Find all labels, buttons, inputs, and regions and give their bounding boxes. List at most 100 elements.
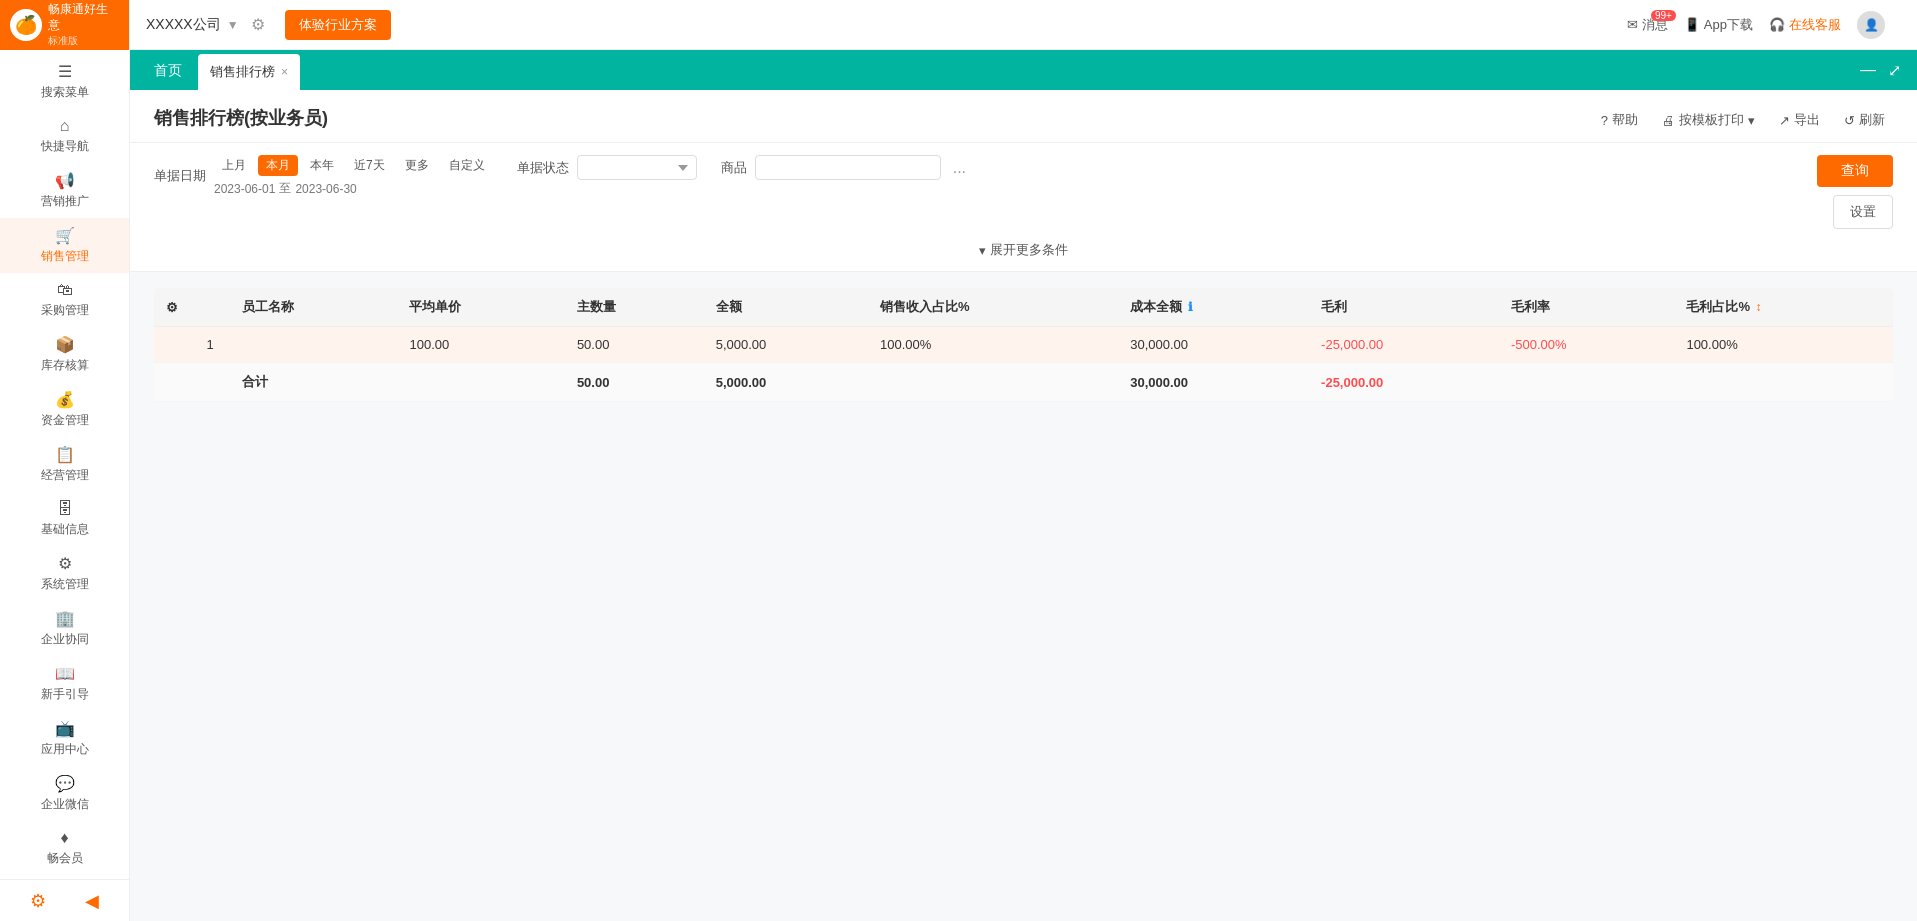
message-badge: 99+	[1651, 10, 1676, 21]
sidebar-item-label: 新手引导	[41, 686, 89, 703]
td-gross-ratio: 100.00%	[1674, 327, 1893, 363]
chevron-down-icon: ▾	[1748, 113, 1755, 128]
sidebar-item-label: 应用中心	[41, 741, 89, 758]
chevron-down-icon: ▼	[227, 18, 239, 32]
td-gross-rate: -500.00%	[1499, 327, 1674, 363]
this-month-btn[interactable]: 本月	[258, 155, 298, 176]
th-total-amount: 全额	[704, 288, 868, 327]
td-sales-ratio: 100.00%	[868, 327, 1118, 363]
custom-btn[interactable]: 自定义	[441, 155, 493, 176]
tab-label: 销售排行榜	[210, 54, 275, 90]
goods-input[interactable]	[755, 155, 941, 180]
marketing-icon: 📢	[55, 171, 75, 190]
sales-icon: 🛒	[55, 226, 75, 245]
app-center-icon: 📺	[55, 719, 75, 738]
sidebar-item-guide[interactable]: 📖 新手引导	[0, 656, 129, 711]
table-head: ⚙ 员工名称 平均单价 主数量 全额 销售收入占比% 成本全额 ℹ 毛利 毛利率	[154, 288, 1893, 327]
quick-date-row: 上月 本月 本年 近7天 更多 自定义	[214, 155, 493, 176]
topbar-service-btn[interactable]: 🎧 在线客服	[1769, 16, 1841, 34]
sidebar-item-label: 资金管理	[41, 412, 89, 429]
goods-more-btn[interactable]: ...	[949, 159, 970, 177]
maximize-icon[interactable]: ⤢	[1888, 61, 1901, 80]
status-filter-group: 单据状态	[517, 155, 697, 180]
tab-close-icon[interactable]: ×	[281, 54, 288, 90]
export-button[interactable]: ↗ 导出	[1771, 107, 1828, 133]
app-label: App下载	[1704, 16, 1753, 34]
collapse-sidebar-icon[interactable]: ◀	[85, 890, 99, 912]
finance-icon: 💰	[55, 390, 75, 409]
topbar-app-btn[interactable]: 📱 App下载	[1684, 16, 1753, 34]
purchase-icon: 🛍	[57, 281, 73, 299]
content-area: 销售排行榜(按业务员) ? 帮助 🖨 按模板打印 ▾ ↗ 导出	[130, 90, 1917, 921]
last7-btn[interactable]: 近7天	[346, 155, 393, 176]
topbar-gear-icon[interactable]: ⚙	[251, 15, 265, 34]
table-body: 1 100.00 50.00 5,000.00 100.00% 30,000.0…	[154, 327, 1893, 363]
logo-sub: 标准版	[48, 34, 119, 48]
search-order-icon: ☰	[58, 62, 72, 81]
logo-text-wrap: 畅康通好生意 标准版	[48, 2, 119, 47]
sidebar-item-app-center[interactable]: 📺 应用中心	[0, 711, 129, 766]
sidebar-item-purchase[interactable]: 🛍 采购管理	[0, 273, 129, 327]
th-rank	[190, 288, 230, 327]
sidebar-item-system[interactable]: ⚙ 系统管理	[0, 546, 129, 601]
th-settings[interactable]: ⚙	[154, 288, 190, 327]
sidebar-item-inventory[interactable]: 📦 库存核算	[0, 327, 129, 382]
sidebar-item-marketing[interactable]: 📢 营销推广	[0, 163, 129, 218]
system-icon: ⚙	[58, 554, 72, 573]
status-select-wrap	[577, 155, 697, 180]
sidebar-item-sales[interactable]: 🛒 销售管理	[0, 218, 129, 273]
goods-label: 商品	[721, 159, 747, 177]
sidebar: 🍊 畅康通好生意 标准版 ☰ 搜索菜单 ⌂ 快捷导航 📢 营销推广 🛒 销售管理…	[0, 0, 130, 921]
tabbar-right: — ⤢	[1860, 61, 1917, 80]
tfoot-label: 合计	[230, 363, 397, 402]
tab-sales-ranking[interactable]: 销售排行榜 ×	[198, 54, 300, 90]
topbar-message-btn[interactable]: ✉ 消息 99+	[1627, 16, 1668, 34]
sidebar-item-label: 销售管理	[41, 248, 89, 265]
company-name: XXXXX公司	[146, 16, 221, 34]
sidebar-item-label: 基础信息	[41, 521, 89, 538]
refresh-button[interactable]: ↺ 刷新	[1836, 107, 1893, 133]
sidebar-item-enterprise[interactable]: 🏢 企业协同	[0, 601, 129, 656]
help-button[interactable]: ? 帮助	[1593, 107, 1646, 133]
td-settings	[154, 327, 190, 363]
td-total-amount: 5,000.00	[704, 327, 868, 363]
sort-icon[interactable]: ↕	[1756, 300, 1762, 314]
sidebar-footer: ⚙ ◀	[0, 879, 129, 921]
minimize-icon[interactable]: —	[1860, 61, 1876, 79]
sidebar-item-member[interactable]: ♦ 畅会员	[0, 821, 129, 875]
settings-footer-icon[interactable]: ⚙	[30, 890, 46, 912]
expand-more-row: ▾ 展开更多条件	[154, 229, 1893, 271]
sidebar-item-finance[interactable]: 💰 资金管理	[0, 382, 129, 437]
this-year-btn[interactable]: 本年	[302, 155, 342, 176]
tabbar: 首页 销售排行榜 × — ⤢	[130, 50, 1917, 90]
last-month-btn[interactable]: 上月	[214, 155, 254, 176]
th-employee: 员工名称	[230, 288, 397, 327]
query-button[interactable]: 查询	[1817, 155, 1893, 187]
td-avg-price: 100.00	[397, 327, 564, 363]
td-employee	[230, 327, 397, 363]
company-selector[interactable]: XXXXX公司 ▼	[146, 16, 239, 34]
tfoot-settings	[154, 363, 190, 402]
member-icon: ♦	[60, 829, 68, 847]
more-btn[interactable]: 更多	[397, 155, 437, 176]
th-main-qty: 主数量	[565, 288, 704, 327]
sidebar-item-search-order[interactable]: ☰ 搜索菜单	[0, 54, 129, 109]
sidebar-item-operations[interactable]: 📋 经营管理	[0, 437, 129, 492]
td-main-qty: 50.00	[565, 327, 704, 363]
sidebar-item-wechat[interactable]: 💬 企业微信	[0, 766, 129, 821]
th-gross-ratio: 毛利占比% ↕	[1674, 288, 1893, 327]
tfoot-cost-amount: 30,000.00	[1118, 363, 1309, 402]
expand-more-btn[interactable]: ▾ 展开更多条件	[967, 237, 1080, 263]
tab-home[interactable]: 首页	[138, 50, 198, 90]
page-header: 销售排行榜(按业务员) ? 帮助 🖨 按模板打印 ▾ ↗ 导出	[130, 90, 1917, 143]
template-print-button[interactable]: 🖨 按模板打印 ▾	[1654, 107, 1763, 133]
status-select[interactable]	[577, 155, 697, 180]
sidebar-item-label: 搜索菜单	[41, 84, 89, 101]
sidebar-item-basic-info[interactable]: 🗄 基础信息	[0, 492, 129, 546]
trial-button[interactable]: 体验行业方案	[285, 10, 391, 40]
filter-settings-button[interactable]: 设置	[1833, 195, 1893, 229]
logo-icon: 🍊	[10, 9, 42, 41]
avatar[interactable]: 👤	[1857, 11, 1885, 39]
sidebar-item-quick-nav[interactable]: ⌂ 快捷导航	[0, 109, 129, 163]
topbar-right: ✉ 消息 99+ 📱 App下载 🎧 在线客服 👤	[1627, 11, 1901, 39]
